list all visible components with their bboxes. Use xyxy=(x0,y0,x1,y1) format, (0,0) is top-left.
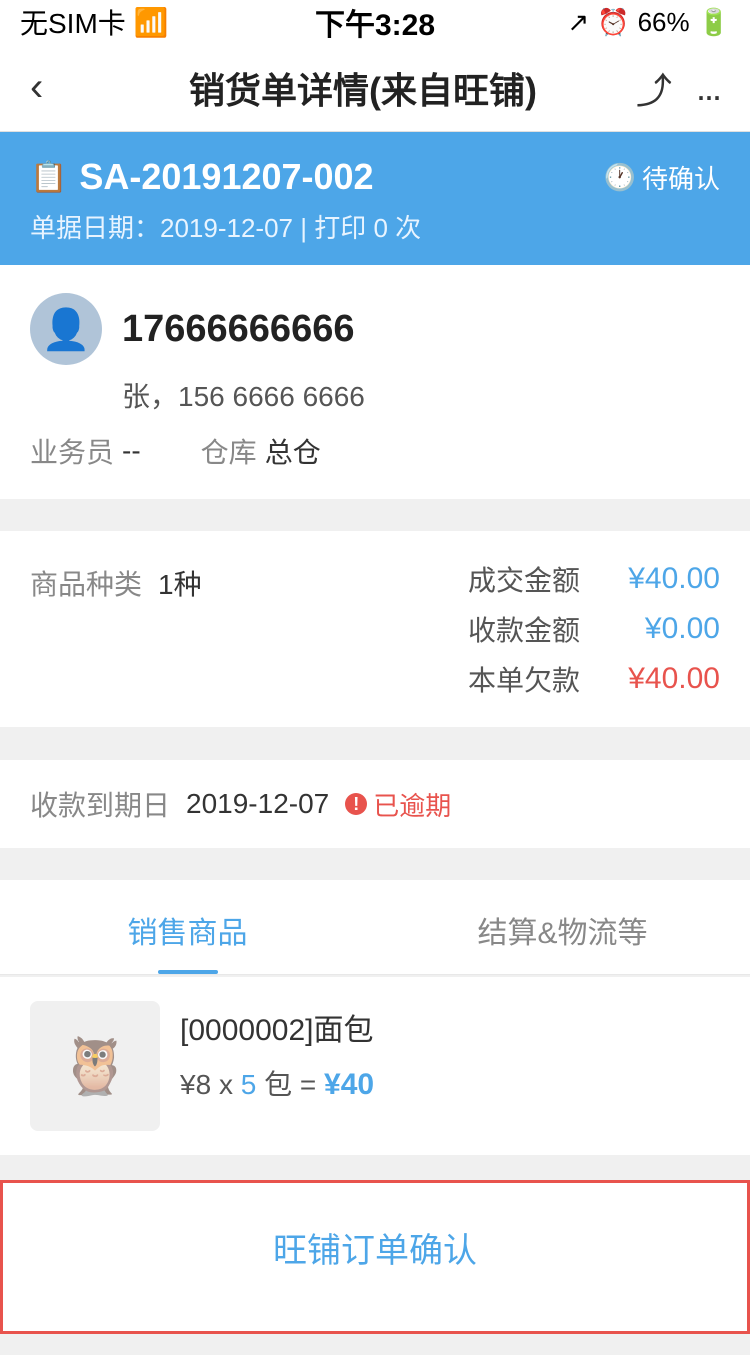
product-qty: 5 xyxy=(241,1069,257,1100)
warehouse-label: 仓库 xyxy=(201,431,257,471)
summary-section: 商品种类 1种 成交金额 ¥40.00 收款金额 ¥0.00 本单欠款 ¥40.… xyxy=(0,531,750,727)
due-date-section: 收款到期日 2019-12-07 ! 已逾期 xyxy=(0,759,750,848)
received-row: 收款金额 ¥0.00 xyxy=(468,609,720,649)
tab-sales-products-label: 销售商品 xyxy=(128,917,248,950)
owed-value: ¥40.00 xyxy=(600,662,720,696)
tabs-row: 销售商品 结算&物流等 xyxy=(0,880,750,974)
status-text: 待确认 xyxy=(642,159,720,196)
tabs-section: 销售商品 结算&物流等 xyxy=(0,880,750,975)
avatar-icon: 👤 xyxy=(41,306,91,353)
order-status: 🕐 待确认 xyxy=(604,159,720,196)
tab-settlement-label: 结算&物流等 xyxy=(477,917,647,950)
product-item: 🦉 [0000002]面包 ¥8 x 5 包 = ¥40 xyxy=(30,1001,720,1131)
divider-2 xyxy=(0,727,750,743)
owed-label: 本单欠款 xyxy=(468,659,580,699)
product-thumb-icon: 🦉 xyxy=(60,1033,130,1099)
qty-unit: 包 xyxy=(264,1069,292,1100)
divider-1 xyxy=(0,499,750,515)
carrier-text: 无SIM卡 xyxy=(20,2,126,42)
wifi-icon: 📶 xyxy=(134,6,169,39)
amount-value: ¥40.00 xyxy=(600,562,720,596)
customer-phone: 17666666666 xyxy=(122,308,354,351)
divider-3 xyxy=(0,848,750,864)
nav-actions: ⤴ ... xyxy=(636,62,720,114)
sales-value: -- xyxy=(122,435,141,467)
share-button[interactable]: ⤴ xyxy=(636,62,672,114)
equals-sign: = xyxy=(300,1069,324,1100)
battery-icon: 🔋 xyxy=(698,7,730,38)
summary-right: 成交金额 ¥40.00 收款金额 ¥0.00 本单欠款 ¥40.00 xyxy=(468,559,720,699)
product-section: 🦉 [0000002]面包 ¥8 x 5 包 = ¥40 xyxy=(0,977,750,1155)
customer-section: 👤 17666666666 张，156 6666 6666 业务员 -- 仓库 … xyxy=(0,265,750,499)
received-value: ¥0.00 xyxy=(600,612,720,646)
received-label: 收款金额 xyxy=(468,609,580,649)
sales-label: 业务员 xyxy=(30,431,114,471)
confirm-button[interactable]: 旺铺订单确认 xyxy=(33,1203,717,1291)
product-thumbnail: 🦉 xyxy=(30,1001,160,1131)
status-clock-icon: 🕐 xyxy=(604,162,636,193)
alarm-icon: ⏰ xyxy=(597,7,629,38)
status-bar: 无SIM卡 📶 下午3:28 ↗ ⏰ 66% 🔋 xyxy=(0,0,750,44)
avatar: 👤 xyxy=(30,293,102,365)
back-button[interactable]: ‹ xyxy=(30,65,90,110)
order-id: 📋 SA-20191207-002 xyxy=(30,156,374,198)
amount-label: 成交金额 xyxy=(468,559,580,599)
overdue-badge: ! 已逾期 xyxy=(345,786,451,823)
order-id-icon: 📋 xyxy=(30,160,67,195)
price-unit: ¥8 xyxy=(180,1069,211,1100)
category-label: 商品种类 xyxy=(30,563,142,603)
amount-row: 成交金额 ¥40.00 xyxy=(468,559,720,599)
page-title: 销货单详情(来自旺铺) xyxy=(189,62,537,114)
due-label: 收款到期日 xyxy=(30,784,170,824)
more-button[interactable]: ... xyxy=(696,67,720,109)
battery-text: 66% xyxy=(638,7,690,38)
category-value: 1种 xyxy=(158,563,202,603)
order-id-text: SA-20191207-002 xyxy=(79,156,373,198)
overdue-icon: ! xyxy=(345,793,367,815)
customer-name: 张，156 6666 6666 xyxy=(122,375,720,415)
status-time: 下午3:28 xyxy=(315,0,435,44)
multiply-sign: x xyxy=(219,1069,241,1100)
due-date-value: 2019-12-07 xyxy=(186,788,329,820)
status-left: 无SIM卡 📶 xyxy=(20,2,169,42)
warehouse-value: 总仓 xyxy=(265,431,321,471)
warehouse-meta: 仓库 总仓 xyxy=(201,431,321,471)
product-total: ¥40 xyxy=(324,1068,374,1101)
location-icon: ↗ xyxy=(567,7,589,38)
order-date: 单据日期：2019-12-07 | 打印 0 次 xyxy=(30,208,720,245)
tab-sales-products[interactable]: 销售商品 xyxy=(0,880,375,974)
tab-settlement[interactable]: 结算&物流等 xyxy=(375,880,750,974)
product-info: [0000002]面包 ¥8 x 5 包 = ¥40 xyxy=(180,1001,720,1103)
summary-left: 商品种类 1种 xyxy=(30,559,202,603)
nav-bar: ‹ 销货单详情(来自旺铺) ⤴ ... xyxy=(0,44,750,132)
overdue-text: 已逾期 xyxy=(373,786,451,823)
sales-meta: 业务员 -- xyxy=(30,431,141,471)
header-card: 📋 SA-20191207-002 🕐 待确认 单据日期：2019-12-07 … xyxy=(0,132,750,265)
customer-meta: 业务员 -- 仓库 总仓 xyxy=(30,431,720,471)
owed-row: 本单欠款 ¥40.00 xyxy=(468,659,720,699)
product-price: ¥8 x 5 包 = ¥40 xyxy=(180,1063,720,1103)
status-right: ↗ ⏰ 66% 🔋 xyxy=(567,7,730,38)
bottom-bar: 旺铺订单确认 xyxy=(0,1180,750,1334)
product-name: [0000002]面包 xyxy=(180,1005,720,1049)
